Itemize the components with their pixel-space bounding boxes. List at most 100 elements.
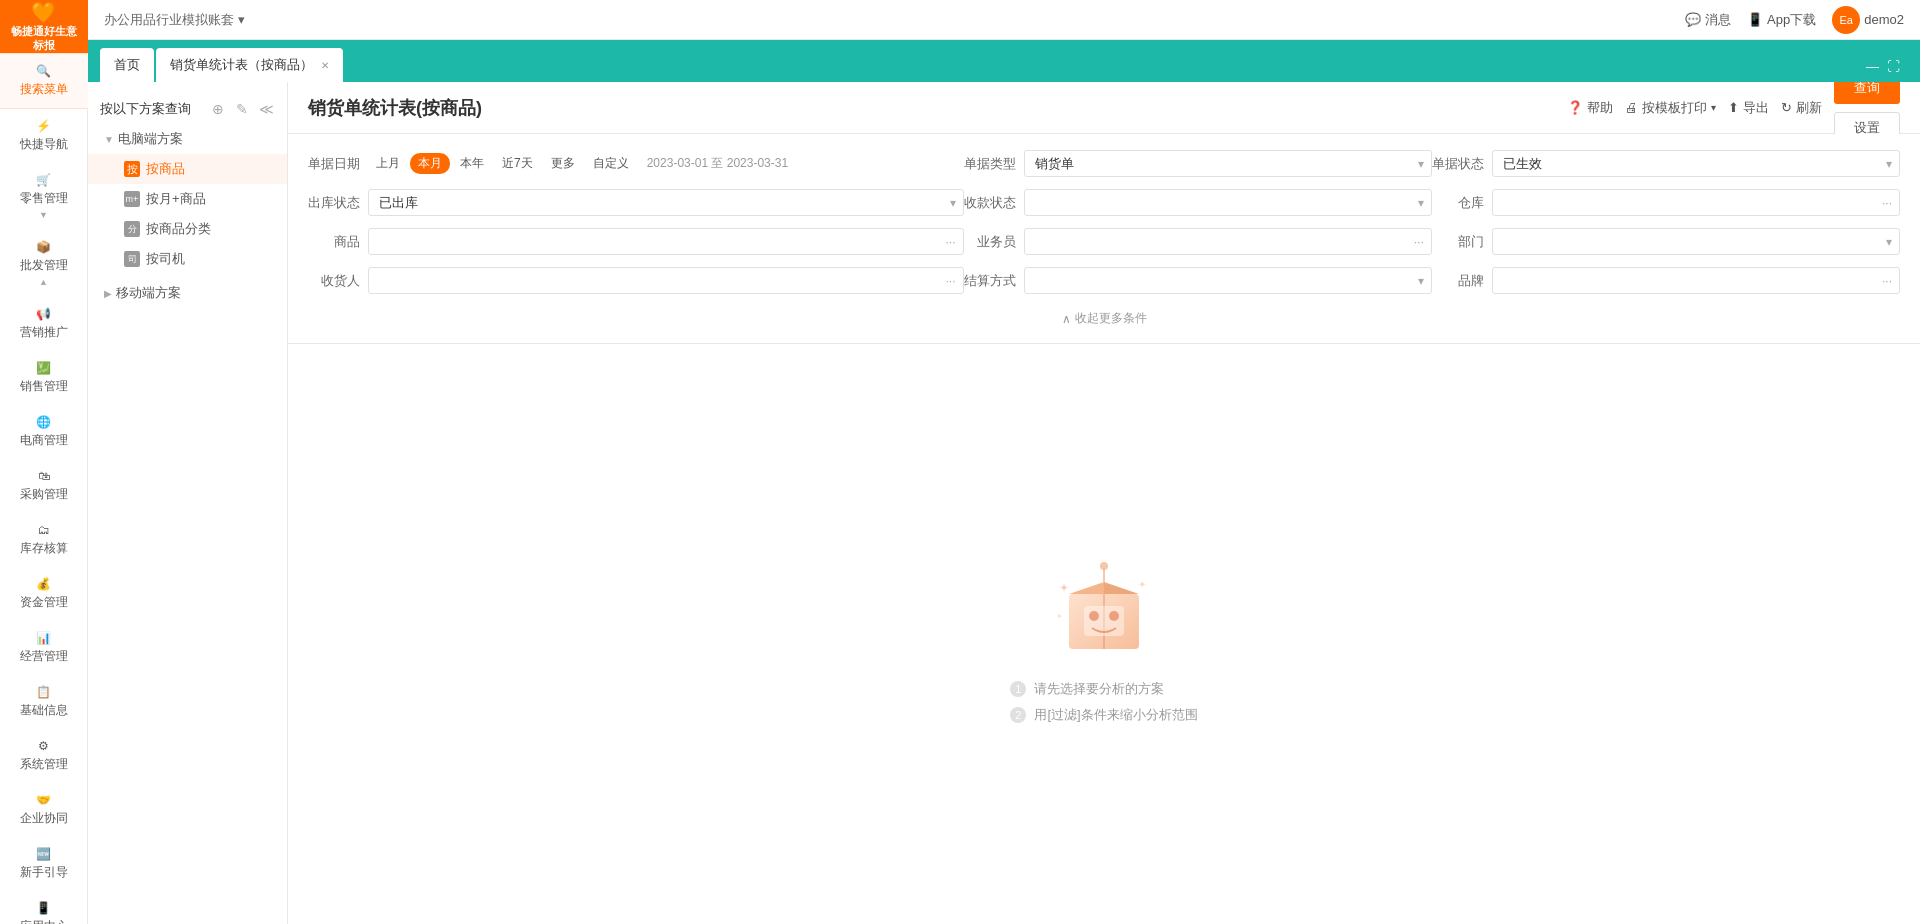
settle-select[interactable] <box>1024 267 1432 294</box>
maximize-icon[interactable]: ⛶ <box>1887 59 1900 74</box>
salesman-ellipsis-icon[interactable]: ··· <box>1414 235 1424 249</box>
add-plan-icon[interactable]: ⊕ <box>209 100 227 118</box>
tab-home-label: 首页 <box>114 56 140 74</box>
print-btn[interactable]: 🖨 按模板打印 ▾ <box>1625 99 1716 117</box>
filter-row-3: 商品 ··· 业务员 ··· 部门 <box>308 228 1900 255</box>
by-category-label: 按商品分类 <box>146 220 211 238</box>
ecom-icon: 🌐 <box>36 415 51 429</box>
date-tab-custom[interactable]: 自定义 <box>585 153 637 174</box>
goods-ellipsis-icon[interactable]: ··· <box>946 235 956 249</box>
date-tab-thismonth[interactable]: 本月 <box>410 153 450 174</box>
date-tab-last7days[interactable]: 近7天 <box>494 153 541 174</box>
tree-item-by-goods[interactable]: 按 按商品 <box>88 154 287 184</box>
wholesale-icon: 📦 <box>36 240 51 254</box>
receiver-input-wrap: ··· <box>368 267 964 294</box>
filter-outstatus: 出库状态 已出库 <box>308 189 964 216</box>
receiver-input[interactable] <box>368 267 964 294</box>
filter-settle: 结算方式 <box>964 267 1432 294</box>
tree-section-mobile[interactable]: ▶ 移动端方案 <box>88 278 287 308</box>
sidebar-system-label: 系统管理 <box>20 756 68 773</box>
date-tab-thisyear[interactable]: 本年 <box>452 153 492 174</box>
sidebar-marketing-label: 营销推广 <box>20 324 68 341</box>
date-tab-more[interactable]: 更多 <box>543 153 583 174</box>
minimize-icon[interactable]: — <box>1866 59 1879 74</box>
empty-tip-1: 1 请先选择要分析的方案 <box>1010 680 1197 698</box>
collapse-panel-icon[interactable]: ≪ <box>257 100 275 118</box>
tab-expand[interactable]: — ⛶ <box>1858 51 1908 82</box>
sidebar-item-operation[interactable]: 📊 经营管理 <box>0 621 88 675</box>
edit-plan-icon[interactable]: ✎ <box>233 100 251 118</box>
app-download-btn[interactable]: 📱 App下载 <box>1747 11 1816 29</box>
app-logo[interactable]: 🧡 畅捷通好生意 标报 <box>0 0 88 53</box>
filter-docstatus: 单据状态 已生效 <box>1432 150 1900 177</box>
collapse-bar[interactable]: ∧ 收起更多条件 <box>308 306 1900 335</box>
brand-ellipsis-icon[interactable]: ··· <box>1882 274 1892 288</box>
help-btn[interactable]: ❓ 帮助 <box>1567 99 1613 117</box>
retail-arrow-icon: ▼ <box>39 210 48 220</box>
sidebar-item-enterprise[interactable]: 🤝 企业协同 <box>0 783 88 837</box>
sidebar-item-ecom[interactable]: 🌐 电商管理 <box>0 405 88 459</box>
sidebar-item-inventory[interactable]: 🗂 库存核算 <box>0 513 88 567</box>
logo-icon: 🧡 <box>31 0 56 24</box>
date-picker: 上月 本月 本年 近7天 更多 自定义 2023-03-01 至 2023-03… <box>368 153 964 174</box>
tree-section-desktop[interactable]: ▼ 电脑端方案 <box>88 124 287 154</box>
date-tab-lastmonth[interactable]: 上月 <box>368 153 408 174</box>
brand-input[interactable] <box>1492 267 1900 294</box>
goods-label: 商品 <box>308 233 368 251</box>
sidebar-item-sales[interactable]: 💹 销售管理 <box>0 351 88 405</box>
doctype-select-wrap: 销货单 <box>1024 150 1432 177</box>
refresh-btn[interactable]: ↻ 刷新 <box>1781 99 1822 117</box>
sidebar-ecom-label: 电商管理 <box>20 432 68 449</box>
sidebar-item-wholesale[interactable]: 📦 批发管理 ▲ <box>0 230 88 297</box>
sidebar-quicknav-label: 快捷导航 <box>20 136 68 153</box>
tree-item-by-month-goods[interactable]: m+ 按月+商品 <box>88 184 287 214</box>
docstatus-select-wrap: 已生效 <box>1492 150 1900 177</box>
by-month-goods-icon: m+ <box>124 191 140 207</box>
sidebar-sales-label: 销售管理 <box>20 378 68 395</box>
docstatus-select[interactable]: 已生效 <box>1492 150 1900 177</box>
tree-item-by-cashier[interactable]: 司 按司机 <box>88 244 287 274</box>
svg-text:✦: ✦ <box>1059 581 1069 595</box>
doctype-select[interactable]: 销货单 <box>1024 150 1432 177</box>
tree-item-by-category[interactable]: 分 按商品分类 <box>88 214 287 244</box>
dept-select[interactable] <box>1492 228 1900 255</box>
sidebar-item-marketing[interactable]: 📢 营销推广 <box>0 297 88 351</box>
receiver-ellipsis-icon[interactable]: ··· <box>946 274 956 288</box>
filter-collectstatus: 收款状态 <box>964 189 1432 216</box>
svg-point-6 <box>1109 611 1119 621</box>
sidebar-item-search[interactable]: 🔍 搜索菜单 <box>0 53 88 109</box>
collectstatus-select[interactable] <box>1024 189 1432 216</box>
industry-selector[interactable]: 办公用品行业模拟账套 ▾ <box>104 11 245 29</box>
sidebar-basic-label: 基础信息 <box>20 702 68 719</box>
sidebar-item-newguide[interactable]: 🆕 新手引导 <box>0 837 88 891</box>
tabbar: 首页 销货单统计表（按商品） ✕ — ⛶ <box>88 40 1920 82</box>
export-icon: ⬆ <box>1728 100 1739 115</box>
salesman-input[interactable] <box>1024 228 1432 255</box>
tab-sales-stat[interactable]: 销货单统计表（按商品） ✕ <box>156 48 343 82</box>
data-area: ✦ ✦ ✦ 1 请先选择要分析的方案 2 用[过滤]条件来缩小分析范围 <box>288 344 1920 924</box>
sidebar-item-quicknav[interactable]: ⚡ 快捷导航 <box>0 109 88 163</box>
user-profile[interactable]: Ea demo2 <box>1832 6 1904 34</box>
sidebar-item-system[interactable]: ⚙ 系统管理 <box>0 729 88 783</box>
message-btn[interactable]: 💬 消息 <box>1685 11 1731 29</box>
sidebar-item-basic[interactable]: 📋 基础信息 <box>0 675 88 729</box>
sidebar-item-retail[interactable]: 🛒 零售管理 ▼ <box>0 163 88 230</box>
tab-close-icon[interactable]: ✕ <box>321 60 329 71</box>
dept-select-wrap <box>1492 228 1900 255</box>
sidebar-item-appcenter[interactable]: 📱 应用中心 <box>0 891 88 924</box>
message-label: 消息 <box>1705 11 1731 29</box>
sidebar-item-finance[interactable]: 💰 资金管理 <box>0 567 88 621</box>
warehouse-ellipsis-icon[interactable]: ··· <box>1882 196 1892 210</box>
sidebar-purchase-label: 采购管理 <box>20 486 68 503</box>
date-label: 单据日期 <box>308 155 368 173</box>
export-btn[interactable]: ⬆ 导出 <box>1728 99 1769 117</box>
warehouse-input[interactable] <box>1492 189 1900 216</box>
filter-warehouse: 仓库 ··· <box>1432 189 1900 216</box>
print-icon: 🖨 <box>1625 100 1638 115</box>
filter-salesman: 业务员 ··· <box>964 228 1432 255</box>
goods-input[interactable] <box>368 228 964 255</box>
outstatus-select[interactable]: 已出库 <box>368 189 964 216</box>
sidebar-item-purchase[interactable]: 🛍 采购管理 <box>0 459 88 513</box>
tab-home[interactable]: 首页 <box>100 48 154 82</box>
query-button[interactable]: 查询 <box>1834 82 1900 104</box>
